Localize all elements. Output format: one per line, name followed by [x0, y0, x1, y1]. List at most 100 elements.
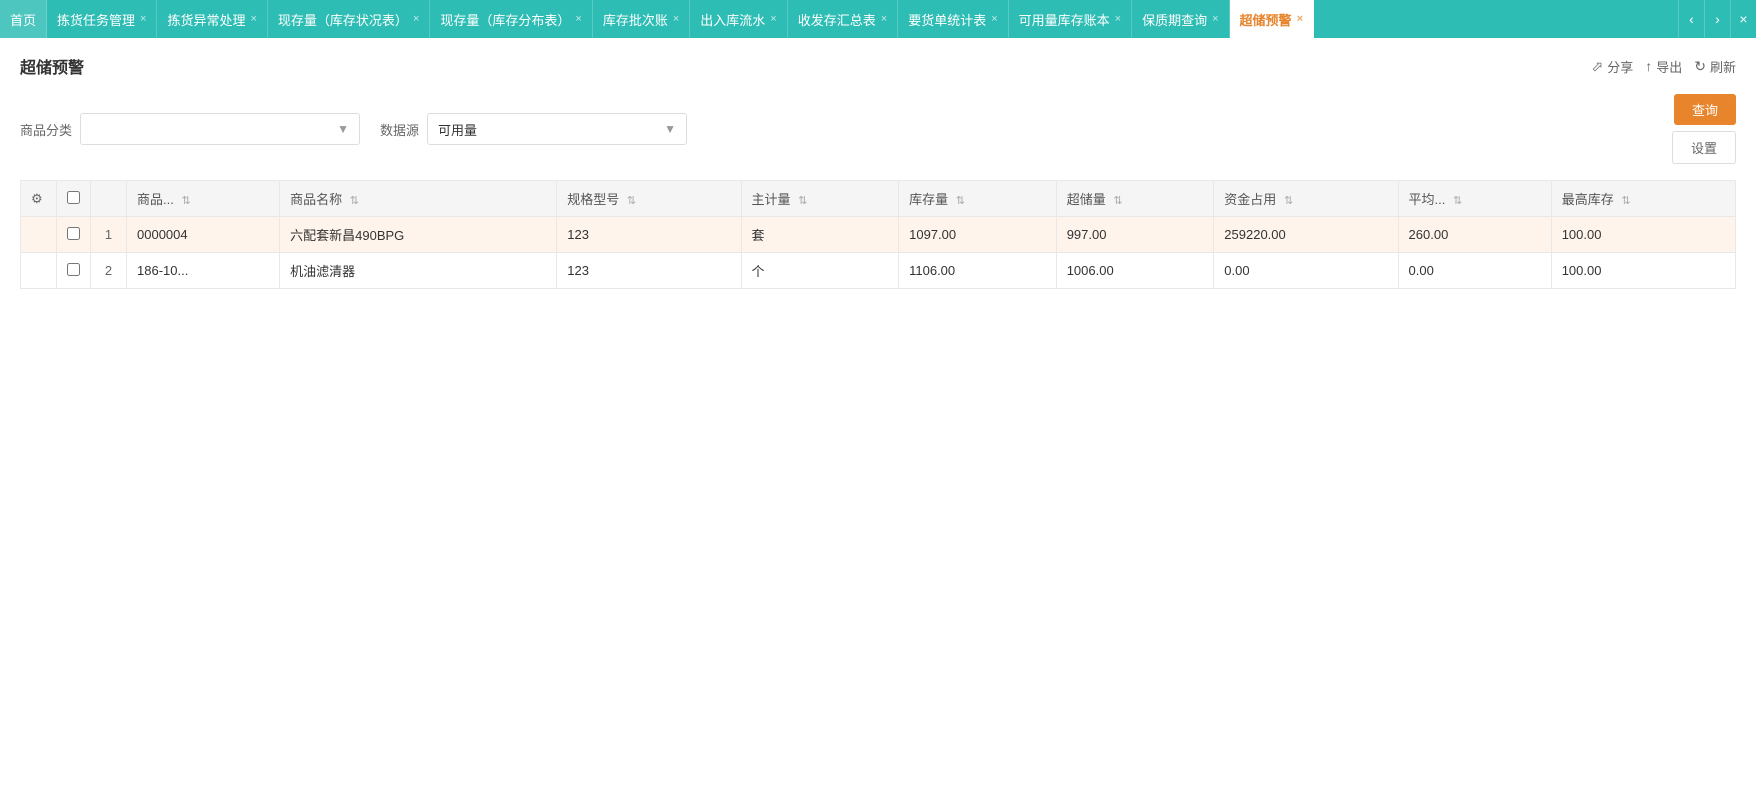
td-capital-1: 0.00: [1214, 253, 1398, 289]
th-capital[interactable]: 资金占用 ⇅: [1214, 181, 1398, 217]
nav-arrows: ‹ › ×: [1678, 0, 1756, 38]
page-area: 超储预警 ⬀ 分享 ↑ 导出 ↻ 刷新 商品分类 ▼ 数据源: [0, 38, 1756, 305]
th-product-name[interactable]: 商品名称 ⇅: [280, 181, 557, 217]
table-row: 2 186-10... 机油滤清器 123 个 1106.00 1006.00 …: [21, 253, 1736, 289]
refresh-icon: ↻: [1694, 58, 1706, 75]
close-tab-inventory-status[interactable]: ×: [413, 13, 419, 25]
category-filter: 商品分类 ▼: [20, 113, 360, 145]
header-actions: ⬀ 分享 ↑ 导出 ↻ 刷新: [1591, 57, 1736, 76]
nav-tab-abnormal[interactable]: 拣货异常处理 ×: [157, 0, 267, 38]
export-icon: ↑: [1645, 58, 1652, 74]
td-spec-1: 123: [557, 253, 741, 289]
sort-icon-code: ⇅: [181, 195, 190, 207]
td-code-0: 0000004: [127, 217, 280, 253]
sort-icon-name: ⇅: [350, 195, 359, 207]
th-unit[interactable]: 主计量 ⇅: [741, 181, 899, 217]
row-checkbox-0[interactable]: [67, 227, 80, 240]
td-settings-1: [21, 253, 57, 289]
refresh-button[interactable]: ↻ 刷新: [1694, 57, 1736, 76]
close-tab-quality[interactable]: ×: [1212, 13, 1218, 25]
nav-prev-button[interactable]: ‹: [1678, 0, 1704, 38]
th-max-stock[interactable]: 最高库存 ⇅: [1551, 181, 1735, 217]
sort-icon-stock: ⇅: [956, 195, 965, 207]
td-name-1: 机油滤清器: [280, 253, 557, 289]
nav-tab-inventory-dist[interactable]: 现存量（库存分布表） ×: [430, 0, 592, 38]
nav-tab-inventory-status[interactable]: 现存量（库存状况表） ×: [268, 0, 430, 38]
nav-tab-collect-send[interactable]: 收发存汇总表 ×: [788, 0, 898, 38]
th-avg[interactable]: 平均... ⇅: [1398, 181, 1551, 217]
td-avg-1: 0.00: [1398, 253, 1551, 289]
td-checkbox-0[interactable]: [57, 217, 91, 253]
td-spec-0: 123: [557, 217, 741, 253]
close-tab-batch[interactable]: ×: [673, 13, 679, 25]
td-overstock-1: 1006.00: [1056, 253, 1214, 289]
row-checkbox-1[interactable]: [67, 263, 80, 276]
td-code-1: 186-10...: [127, 253, 280, 289]
td-maxstock-0: 100.00: [1551, 217, 1735, 253]
datasource-label: 数据源: [380, 120, 419, 139]
table-settings-icon[interactable]: ⚙: [31, 191, 43, 206]
sort-icon-overstock: ⇅: [1113, 195, 1122, 207]
td-unit-1: 个: [741, 253, 899, 289]
th-stock[interactable]: 库存量 ⇅: [899, 181, 1057, 217]
query-button[interactable]: 查询: [1674, 94, 1736, 125]
td-maxstock-1: 100.00: [1551, 253, 1735, 289]
chevron-down-icon: ▼: [337, 122, 349, 136]
nav-tab-batch[interactable]: 库存批次账 ×: [593, 0, 690, 38]
td-unit-0: 套: [741, 217, 899, 253]
close-tab-abnormal[interactable]: ×: [250, 13, 256, 25]
filter-actions: 查询 设置: [1672, 94, 1736, 164]
th-spec[interactable]: 规格型号 ⇅: [557, 181, 741, 217]
select-all-checkbox[interactable]: [67, 191, 80, 204]
nav-tab-available[interactable]: 可用量库存账本 ×: [1009, 0, 1132, 38]
td-name-0: 六配套新昌490BPG: [280, 217, 557, 253]
th-settings: ⚙: [21, 181, 57, 217]
close-tab-overstock[interactable]: ×: [1297, 13, 1303, 25]
nav-next-button[interactable]: ›: [1704, 0, 1730, 38]
td-num-0: 1: [91, 217, 127, 253]
td-checkbox-1[interactable]: [57, 253, 91, 289]
table-header-row: ⚙ 商品... ⇅ 商品名称 ⇅ 规格型号 ⇅: [21, 181, 1736, 217]
close-tab-collect-send[interactable]: ×: [881, 13, 887, 25]
td-num-1: 2: [91, 253, 127, 289]
th-product-code[interactable]: 商品... ⇅: [127, 181, 280, 217]
td-overstock-0: 997.00: [1056, 217, 1214, 253]
th-checkbox: [57, 181, 91, 217]
nav-tab-task-mgmt[interactable]: 拣货任务管理 ×: [47, 0, 157, 38]
share-button[interactable]: ⬀ 分享: [1591, 57, 1633, 76]
page-title: 超储预警: [20, 54, 84, 78]
close-tab-order-stat[interactable]: ×: [991, 13, 997, 25]
top-nav: 首页 拣货任务管理 × 拣货异常处理 × 现存量（库存状况表） × 现存量（库存…: [0, 0, 1756, 38]
page-header: 超储预警 ⬀ 分享 ↑ 导出 ↻ 刷新: [20, 54, 1736, 78]
nav-close-button[interactable]: ×: [1730, 0, 1756, 38]
datasource-select[interactable]: 可用量 ▼: [427, 113, 687, 145]
data-table: ⚙ 商品... ⇅ 商品名称 ⇅ 规格型号 ⇅: [20, 180, 1736, 289]
nav-tab-quality[interactable]: 保质期查询 ×: [1132, 0, 1229, 38]
th-overstock[interactable]: 超储量 ⇅: [1056, 181, 1214, 217]
nav-tab-overstock[interactable]: 超储预警 ×: [1230, 0, 1314, 38]
close-tab-task-mgmt[interactable]: ×: [140, 13, 146, 25]
td-avg-0: 260.00: [1398, 217, 1551, 253]
sort-icon-spec: ⇅: [627, 195, 636, 207]
chevron-down-icon-2: ▼: [664, 122, 676, 136]
close-tab-inout-flow[interactable]: ×: [770, 13, 776, 25]
sort-icon-capital: ⇅: [1284, 195, 1293, 207]
export-button[interactable]: ↑ 导出: [1645, 57, 1682, 76]
nav-tab-home[interactable]: 首页: [0, 0, 47, 38]
datasource-filter: 数据源 可用量 ▼: [380, 113, 687, 145]
category-label: 商品分类: [20, 120, 72, 139]
sort-icon-unit: ⇅: [798, 195, 807, 207]
sort-icon-avg: ⇅: [1453, 195, 1462, 207]
category-select[interactable]: ▼: [80, 113, 360, 145]
settings-button[interactable]: 设置: [1672, 131, 1736, 164]
nav-tab-inout-flow[interactable]: 出入库流水 ×: [690, 0, 787, 38]
td-stock-1: 1106.00: [899, 253, 1057, 289]
filter-bar: 商品分类 ▼ 数据源 可用量 ▼ 查询 设置: [20, 94, 1736, 164]
td-settings-0: [21, 217, 57, 253]
close-tab-inventory-dist[interactable]: ×: [575, 13, 581, 25]
share-icon: ⬀: [1591, 58, 1603, 75]
td-stock-0: 1097.00: [899, 217, 1057, 253]
td-capital-0: 259220.00: [1214, 217, 1398, 253]
nav-tab-order-stat[interactable]: 要货单统计表 ×: [898, 0, 1008, 38]
close-tab-available[interactable]: ×: [1115, 13, 1121, 25]
